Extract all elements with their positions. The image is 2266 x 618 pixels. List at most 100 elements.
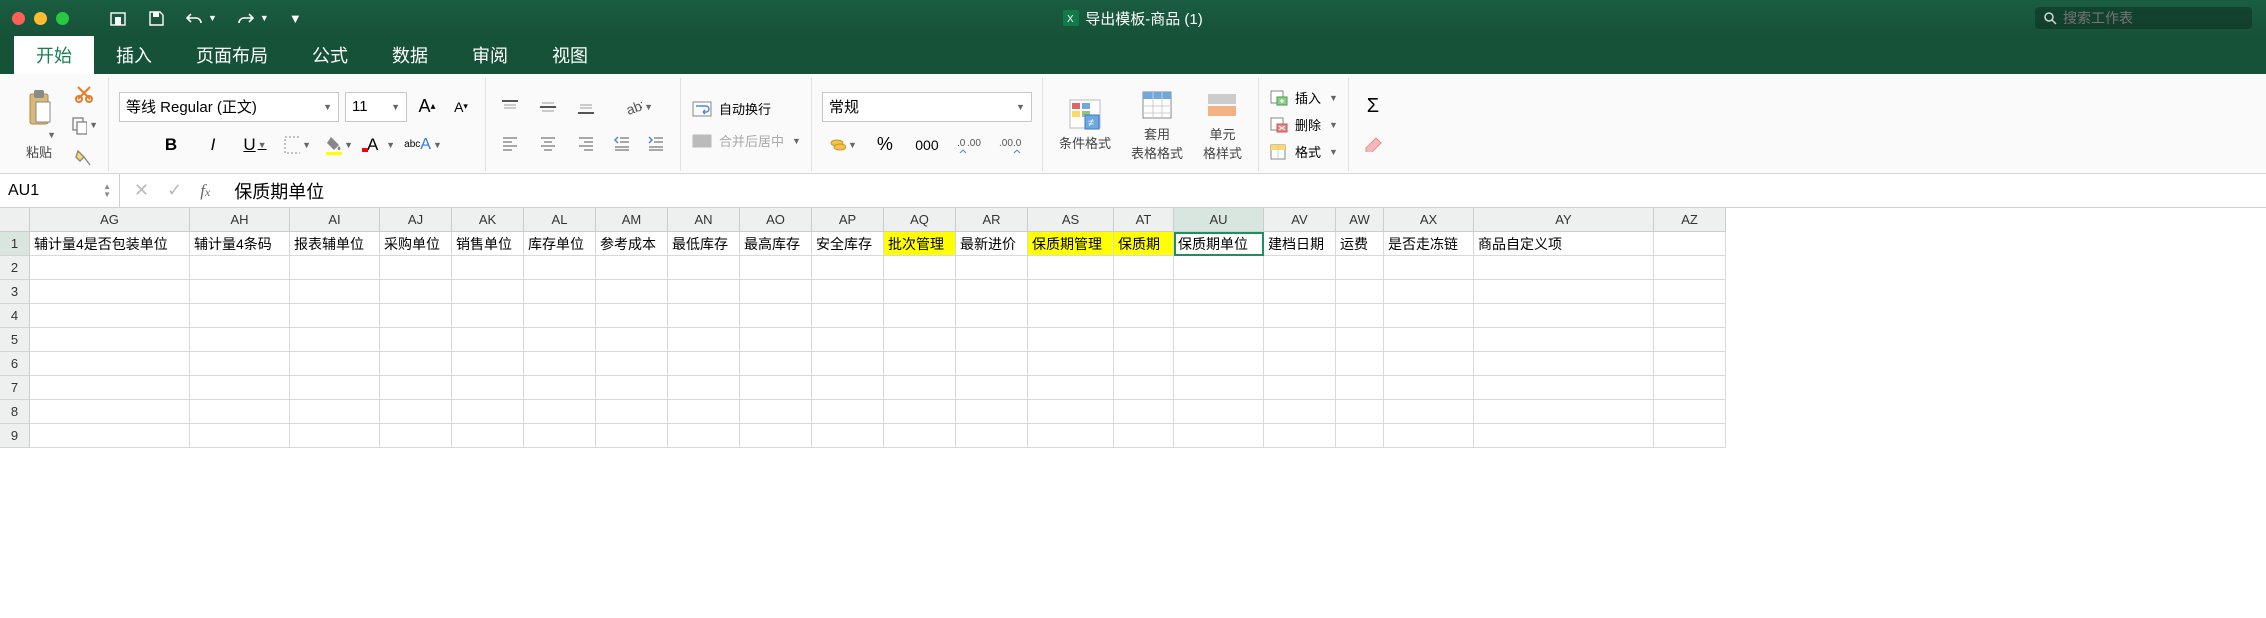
- cell-AV7[interactable]: [1264, 376, 1336, 400]
- font-color-button[interactable]: A▼: [367, 132, 395, 158]
- row-header-3[interactable]: 3: [0, 280, 30, 304]
- name-box-input[interactable]: [8, 182, 68, 200]
- cell-AT8[interactable]: [1114, 400, 1174, 424]
- search-input[interactable]: [2063, 10, 2244, 26]
- cell-AL3[interactable]: [524, 280, 596, 304]
- cell-AG7[interactable]: [30, 376, 190, 400]
- cell-AO7[interactable]: [740, 376, 812, 400]
- cell-AS7[interactable]: [1028, 376, 1114, 400]
- cell-AU9[interactable]: [1174, 424, 1264, 448]
- cell-AT2[interactable]: [1114, 256, 1174, 280]
- cell-AX2[interactable]: [1384, 256, 1474, 280]
- cell-AN1[interactable]: 最低库存: [668, 232, 740, 256]
- cell-AW4[interactable]: [1336, 304, 1384, 328]
- select-all-corner[interactable]: [0, 208, 30, 232]
- cell-AY3[interactable]: [1474, 280, 1654, 304]
- cell-AK2[interactable]: [452, 256, 524, 280]
- cell-AX3[interactable]: [1384, 280, 1474, 304]
- cell-AR3[interactable]: [956, 280, 1028, 304]
- cell-AK9[interactable]: [452, 424, 524, 448]
- delete-cells-button[interactable]: 删除▼: [1269, 115, 1338, 134]
- cell-AT5[interactable]: [1114, 328, 1174, 352]
- cell-AL8[interactable]: [524, 400, 596, 424]
- cell-AS1[interactable]: 保质期管理: [1028, 232, 1114, 256]
- decrease-font-size-button[interactable]: A▾: [447, 94, 475, 120]
- row-header-5[interactable]: 5: [0, 328, 30, 352]
- cell-AW1[interactable]: 运费: [1336, 232, 1384, 256]
- cell-AZ2[interactable]: [1654, 256, 1726, 280]
- cell-AO5[interactable]: [740, 328, 812, 352]
- cell-AX9[interactable]: [1384, 424, 1474, 448]
- cell-AJ6[interactable]: [380, 352, 452, 376]
- column-header-AT[interactable]: AT: [1114, 208, 1174, 232]
- paste-button[interactable]: ▼ 粘贴: [16, 84, 62, 165]
- merge-center-button[interactable]: 合并后居中 ▼: [691, 131, 801, 151]
- comma-style-button[interactable]: 000: [913, 132, 941, 158]
- row-header-2[interactable]: 2: [0, 256, 30, 280]
- currency-button[interactable]: ▼: [829, 132, 857, 158]
- row-header-6[interactable]: 6: [0, 352, 30, 376]
- spreadsheet-grid[interactable]: AGAHAIAJAKALAMANAOAPAQARASATAUAVAWAXAYAZ…: [0, 208, 2266, 448]
- cell-AS5[interactable]: [1028, 328, 1114, 352]
- cell-AJ4[interactable]: [380, 304, 452, 328]
- cell-AU5[interactable]: [1174, 328, 1264, 352]
- cell-AX8[interactable]: [1384, 400, 1474, 424]
- cell-AJ5[interactable]: [380, 328, 452, 352]
- cell-AW3[interactable]: [1336, 280, 1384, 304]
- minimize-window-button[interactable]: [34, 12, 47, 25]
- cell-AT1[interactable]: 保质期: [1114, 232, 1174, 256]
- align-center-button[interactable]: [534, 130, 562, 156]
- cell-AM3[interactable]: [596, 280, 668, 304]
- cell-AW7[interactable]: [1336, 376, 1384, 400]
- phonetic-button[interactable]: abcA▼: [409, 132, 437, 158]
- cell-AH7[interactable]: [190, 376, 290, 400]
- tab-formulas[interactable]: 公式: [290, 34, 370, 74]
- insert-function-icon[interactable]: fx: [200, 181, 210, 201]
- column-header-AX[interactable]: AX: [1384, 208, 1474, 232]
- cell-AN2[interactable]: [668, 256, 740, 280]
- cell-AZ4[interactable]: [1654, 304, 1726, 328]
- cell-AH2[interactable]: [190, 256, 290, 280]
- cancel-formula-icon[interactable]: ✕: [134, 180, 149, 201]
- format-painter-button[interactable]: [70, 144, 98, 170]
- cell-AR5[interactable]: [956, 328, 1028, 352]
- column-header-AI[interactable]: AI: [290, 208, 380, 232]
- cell-AS8[interactable]: [1028, 400, 1114, 424]
- cell-AM4[interactable]: [596, 304, 668, 328]
- cell-AI5[interactable]: [290, 328, 380, 352]
- cell-AY6[interactable]: [1474, 352, 1654, 376]
- cell-AK8[interactable]: [452, 400, 524, 424]
- cell-AV5[interactable]: [1264, 328, 1336, 352]
- cell-AW2[interactable]: [1336, 256, 1384, 280]
- number-format-select[interactable]: 常规▼: [822, 92, 1032, 122]
- maximize-window-button[interactable]: [56, 12, 69, 25]
- cell-AG8[interactable]: [30, 400, 190, 424]
- cell-AW8[interactable]: [1336, 400, 1384, 424]
- cell-AI3[interactable]: [290, 280, 380, 304]
- fill-color-button[interactable]: ▼: [325, 132, 353, 158]
- cell-AP8[interactable]: [812, 400, 884, 424]
- cell-AQ4[interactable]: [884, 304, 956, 328]
- cell-AI7[interactable]: [290, 376, 380, 400]
- cell-AS2[interactable]: [1028, 256, 1114, 280]
- cell-AU1[interactable]: 保质期单位: [1174, 232, 1264, 256]
- cell-AW9[interactable]: [1336, 424, 1384, 448]
- cell-AI2[interactable]: [290, 256, 380, 280]
- cell-AL6[interactable]: [524, 352, 596, 376]
- cell-AO3[interactable]: [740, 280, 812, 304]
- cell-AQ3[interactable]: [884, 280, 956, 304]
- cell-AL9[interactable]: [524, 424, 596, 448]
- cell-AM9[interactable]: [596, 424, 668, 448]
- cell-AT9[interactable]: [1114, 424, 1174, 448]
- orientation-button[interactable]: ab▼: [625, 94, 653, 120]
- cell-AG2[interactable]: [30, 256, 190, 280]
- home-icon[interactable]: [109, 9, 127, 27]
- align-left-button[interactable]: [496, 130, 524, 156]
- cell-AX7[interactable]: [1384, 376, 1474, 400]
- cell-AQ1[interactable]: 批次管理: [884, 232, 956, 256]
- cell-AZ7[interactable]: [1654, 376, 1726, 400]
- cell-AH5[interactable]: [190, 328, 290, 352]
- cell-AI6[interactable]: [290, 352, 380, 376]
- cell-AN3[interactable]: [668, 280, 740, 304]
- search-workbook[interactable]: [2035, 7, 2252, 29]
